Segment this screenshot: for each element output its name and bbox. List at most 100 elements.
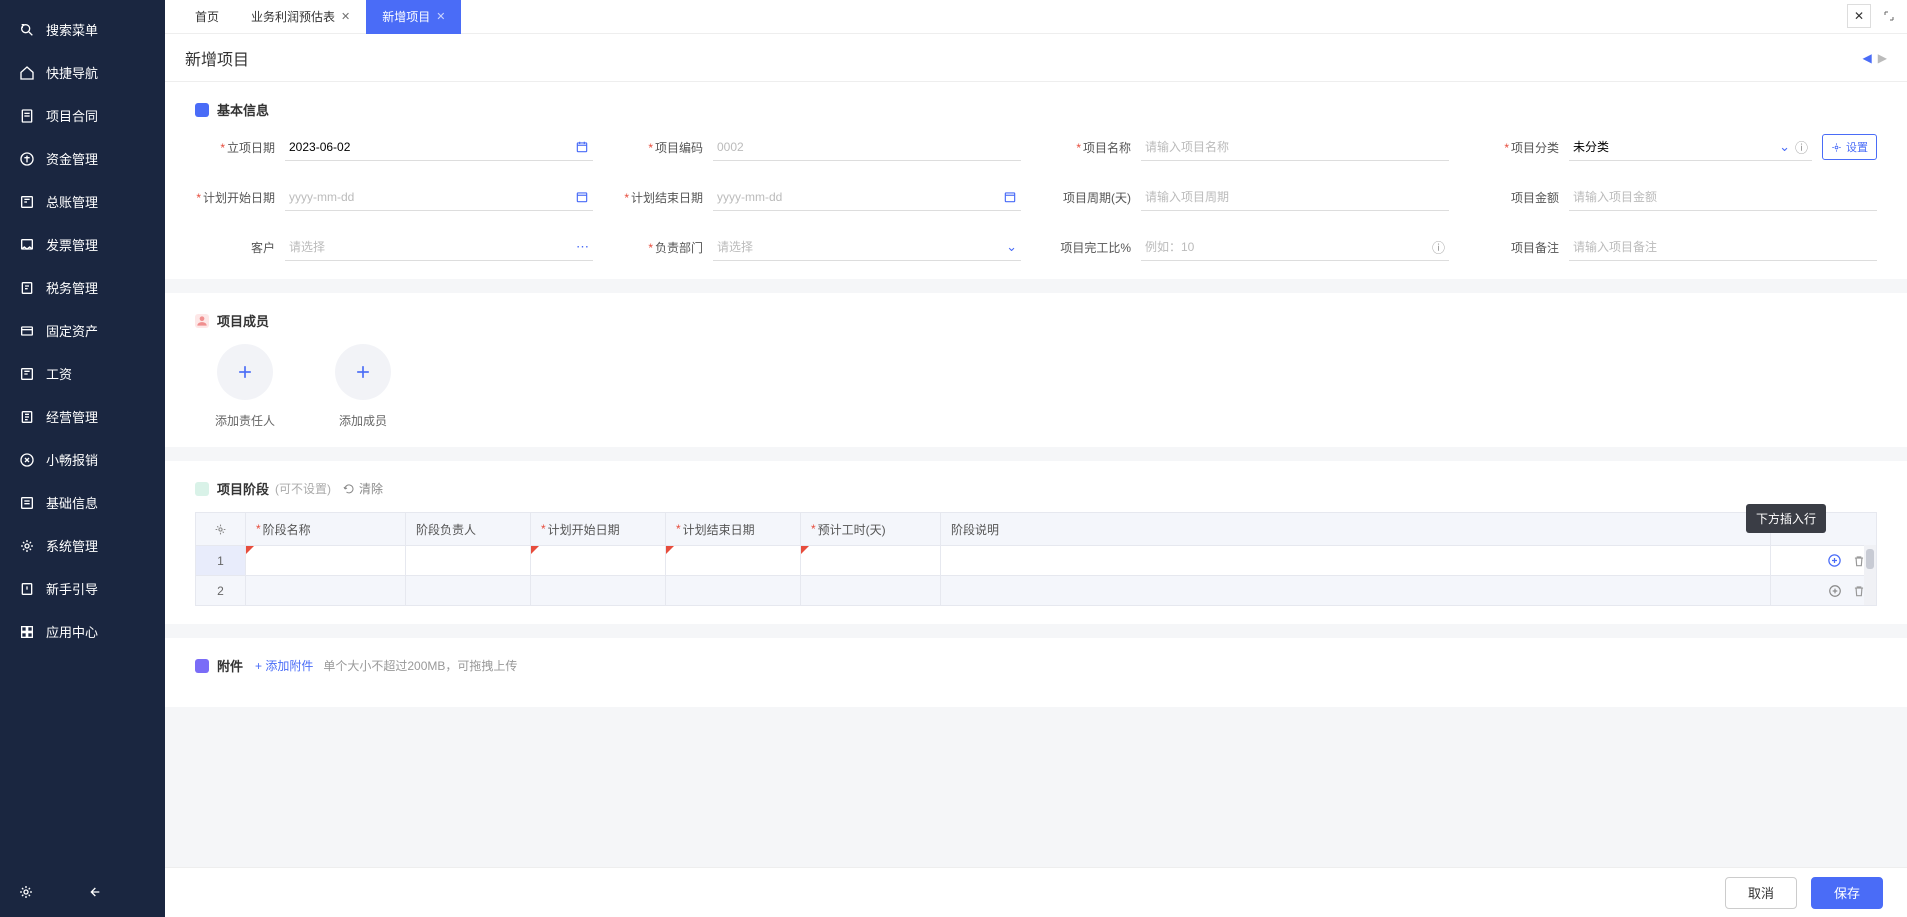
sidebar-item-invoice[interactable]: 发票管理 [0, 223, 165, 266]
section-title: 附件 [217, 656, 243, 675]
create-date-input[interactable] [285, 133, 593, 161]
sidebar-item-apps[interactable]: 应用中心 [0, 610, 165, 653]
settings-icon[interactable] [18, 884, 36, 902]
money-icon [18, 150, 36, 168]
expand-icon[interactable] [1877, 4, 1901, 28]
add-owner-button[interactable]: 添加责任人 [215, 344, 275, 429]
cell-desc[interactable] [941, 546, 1771, 575]
insert-row-icon[interactable] [1828, 584, 1842, 598]
section-hint: (可不设置) [275, 480, 331, 497]
next-record-icon[interactable]: ▶ [1878, 51, 1887, 65]
calendar-icon[interactable] [1003, 190, 1017, 204]
section-badge-icon [195, 103, 209, 117]
close-all-button[interactable]: ✕ [1847, 4, 1871, 28]
cancel-button[interactable]: 取消 [1725, 877, 1797, 909]
sidebar-item-quicknav[interactable]: 快捷导航 [0, 51, 165, 94]
progress-input[interactable] [1141, 233, 1449, 261]
column-gear[interactable] [196, 513, 246, 545]
cell-stage-name[interactable] [246, 576, 406, 605]
section-title: 基本信息 [217, 100, 269, 119]
sidebar-label: 工资 [46, 364, 72, 383]
home-icon [18, 64, 36, 82]
code-input[interactable] [713, 133, 1021, 161]
chevron-down-icon[interactable]: ⌄ [1006, 239, 1017, 255]
field-plan-start: *计划开始日期 [195, 183, 593, 211]
cell-stage-name[interactable] [246, 546, 406, 575]
calendar-icon[interactable] [575, 190, 589, 204]
field-customer: 客户 ⋯ [195, 233, 593, 261]
cell-desc[interactable] [941, 576, 1771, 605]
cell-hours[interactable] [801, 576, 941, 605]
sidebar-label: 系统管理 [46, 536, 98, 555]
field-code: *项目编码 [623, 133, 1021, 161]
section-stages: 项目阶段 (可不设置) 清除 下方插入行 *阶段名称 阶段负责人 *计划开始日期… [165, 461, 1907, 624]
attachment-hint: 单个大小不超过200MB，可拖拽上传 [323, 657, 517, 674]
add-member-button[interactable]: 添加成员 [335, 344, 391, 429]
cell-start[interactable] [531, 546, 666, 575]
customer-select[interactable] [285, 233, 593, 261]
more-icon[interactable]: ⋯ [576, 239, 589, 255]
insert-row-tooltip: 下方插入行 [1746, 504, 1826, 533]
ledger-icon [18, 193, 36, 211]
cell-end[interactable] [666, 576, 801, 605]
calendar-icon[interactable] [575, 140, 589, 154]
remark-input[interactable] [1569, 233, 1877, 261]
cell-owner[interactable] [406, 546, 531, 575]
add-owner-label: 添加责任人 [215, 412, 275, 429]
cell-end[interactable] [666, 546, 801, 575]
field-create-date: *立项日期 [195, 133, 593, 161]
sidebar-item-guide[interactable]: 新手引导 [0, 567, 165, 610]
cell-owner[interactable] [406, 576, 531, 605]
guide-icon [18, 580, 36, 598]
sidebar-item-basic-info[interactable]: 基础信息 [0, 481, 165, 524]
sidebar-bottom [0, 869, 165, 917]
insert-row-icon[interactable] [1827, 553, 1842, 568]
dept-select[interactable] [713, 233, 1021, 261]
close-icon[interactable]: ✕ [436, 10, 445, 23]
table-row[interactable]: 2 [196, 575, 1876, 605]
sidebar-label: 新手引导 [46, 579, 98, 598]
category-select[interactable] [1569, 133, 1812, 161]
section-attachments: 附件 + 添加附件 单个大小不超过200MB，可拖拽上传 [165, 638, 1907, 707]
column-desc: 阶段说明 [941, 513, 1771, 545]
stage-table: 下方插入行 *阶段名称 阶段负责人 *计划开始日期 *计划结束日期 *预计工时(… [195, 512, 1877, 606]
field-dept: *负责部门 ⌄ [623, 233, 1021, 261]
plan-end-input[interactable] [713, 183, 1021, 211]
sidebar-items: 搜索菜单 快捷导航 项目合同 资金管理 总账管理 发票管理 [0, 0, 165, 869]
close-icon[interactable]: ✕ [341, 10, 350, 23]
table-row[interactable]: 1 [196, 545, 1876, 575]
page-title-row: 新增项目 ◀ ▶ [165, 34, 1907, 82]
field-category: *项目分类 ⌄ ⓘ 设置 [1479, 133, 1877, 161]
collapse-icon[interactable] [86, 884, 104, 902]
main: 首页 业务利润预估表 ✕ 新增项目 ✕ ✕ 新增项目 ◀ ▶ [165, 0, 1907, 917]
name-input[interactable] [1141, 133, 1449, 161]
sidebar-item-tax[interactable]: 税务管理 [0, 266, 165, 309]
help-icon[interactable]: ⓘ [1795, 138, 1808, 157]
prev-record-icon[interactable]: ◀ [1863, 51, 1872, 65]
cell-hours[interactable] [801, 546, 941, 575]
sidebar-item-funds[interactable]: 资金管理 [0, 137, 165, 180]
tab-new-project[interactable]: 新增项目 ✕ [366, 0, 461, 34]
table-scrollbar[interactable] [1864, 545, 1876, 605]
column-end: *计划结束日期 [666, 513, 801, 545]
sidebar-item-project-contract[interactable]: 项目合同 [0, 94, 165, 137]
sidebar-item-reimburse[interactable]: 小畅报销 [0, 438, 165, 481]
help-icon[interactable]: ⓘ [1432, 238, 1445, 257]
chevron-down-icon[interactable]: ⌄ [1779, 139, 1790, 155]
sidebar-item-ledger[interactable]: 总账管理 [0, 180, 165, 223]
sidebar-item-business[interactable]: 经营管理 [0, 395, 165, 438]
sidebar-item-search[interactable]: 搜索菜单 [0, 8, 165, 51]
plan-start-input[interactable] [285, 183, 593, 211]
save-button[interactable]: 保存 [1811, 877, 1883, 909]
sidebar-item-assets[interactable]: 固定资产 [0, 309, 165, 352]
cycle-input[interactable] [1141, 183, 1449, 211]
tab-profit-report[interactable]: 业务利润预估表 ✕ [235, 0, 366, 34]
amount-input[interactable] [1569, 183, 1877, 211]
cell-start[interactable] [531, 576, 666, 605]
clear-stages-button[interactable]: 清除 [343, 480, 383, 497]
add-attachment-button[interactable]: + 添加附件 [255, 657, 313, 674]
sidebar-item-system[interactable]: 系统管理 [0, 524, 165, 567]
sidebar-item-salary[interactable]: 工资 [0, 352, 165, 395]
tab-home[interactable]: 首页 [179, 0, 235, 34]
category-settings-button[interactable]: 设置 [1822, 134, 1877, 160]
